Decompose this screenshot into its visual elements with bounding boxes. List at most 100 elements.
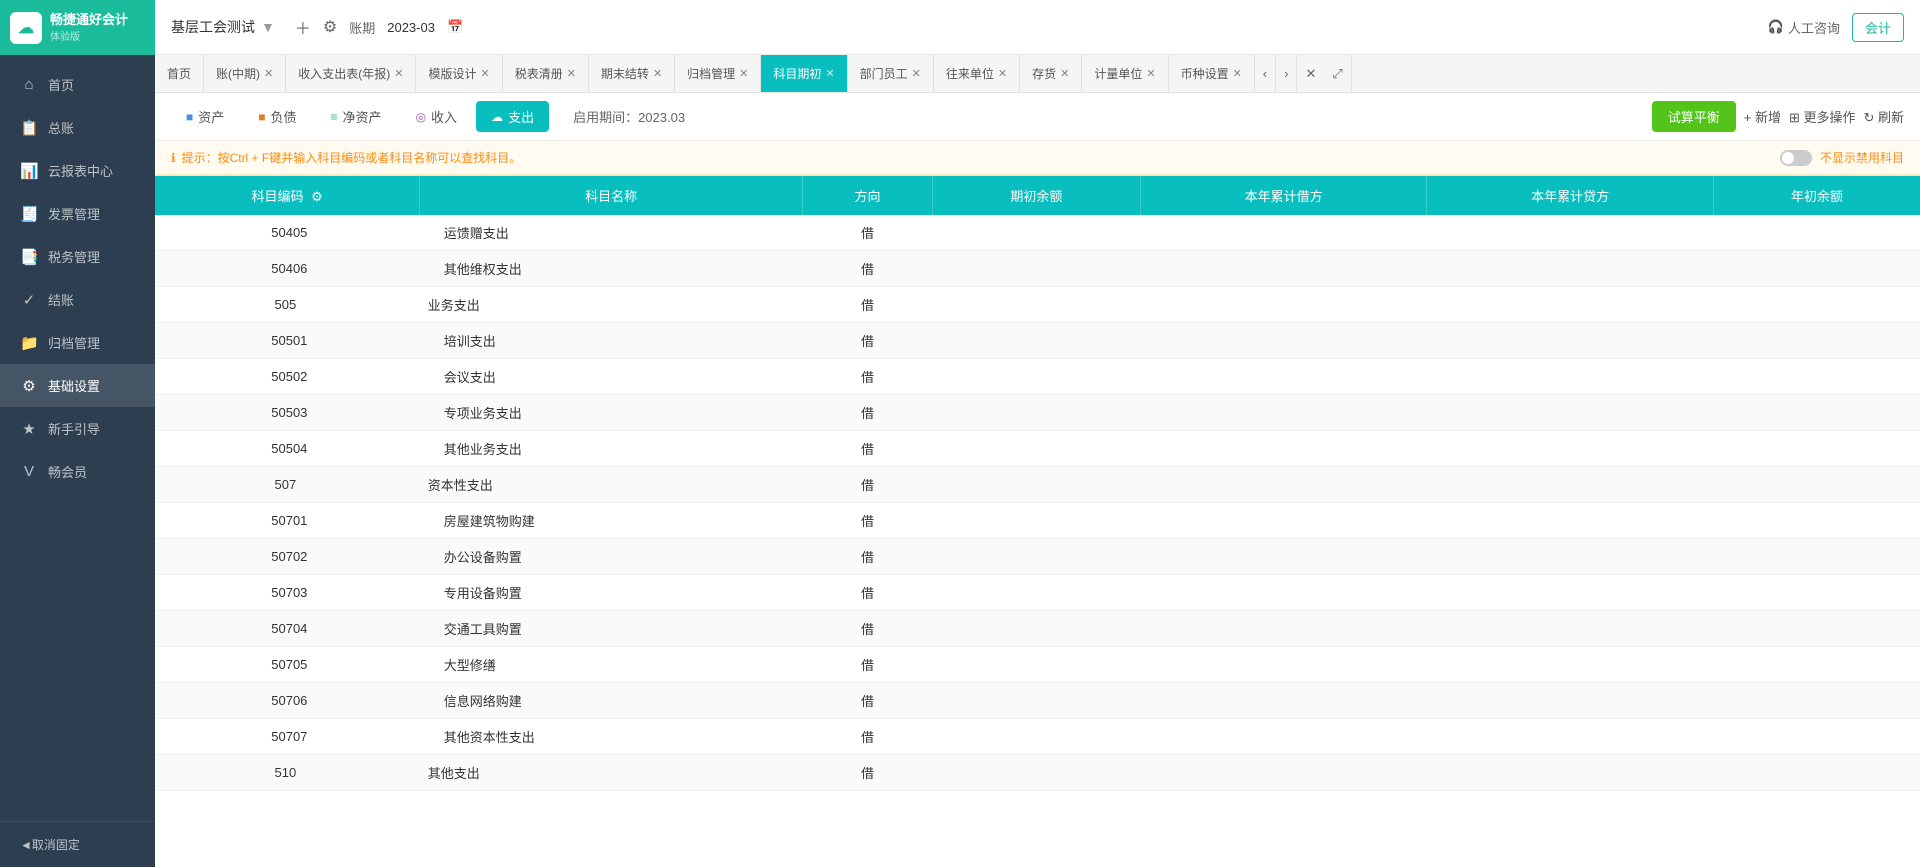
sub-tab-income[interactable]: ◎ 收入 <box>401 101 473 132</box>
tab-clients[interactable]: 往来单位 ✕ <box>934 55 1020 92</box>
cell-direction: 借 <box>803 719 933 755</box>
tab-dept[interactable]: 部门员工 ✕ <box>848 55 934 92</box>
tab-close-all-button[interactable]: ✕ <box>1297 55 1324 92</box>
cell-year-balance <box>1713 539 1920 575</box>
tab-template[interactable]: 模版设计 ✕ <box>416 55 502 92</box>
tab-close-period-init[interactable]: ✕ <box>825 67 834 80</box>
cell-direction: 借 <box>803 431 933 467</box>
sidebar-item-reports[interactable]: 📊 云报表中心 <box>0 149 155 192</box>
tab-next-button[interactable]: › <box>1276 55 1297 92</box>
tab-close-interim[interactable]: ✕ <box>264 67 273 80</box>
table-row[interactable]: 50701 房屋建筑物购建 借 <box>155 503 1920 539</box>
cell-name: 大型修缮 <box>420 647 803 683</box>
main-content: 基层工会测试 ▼ ＋ ⚙ 账期 2023-03 📅 🎧 人工咨询 会计 首页 账… <box>155 0 1920 867</box>
table-row[interactable]: 50703 专用设备购置 借 <box>155 575 1920 611</box>
cell-year-balance <box>1713 503 1920 539</box>
sidebar-item-archive[interactable]: 📁 归档管理 <box>0 321 155 364</box>
sidebar-item-guide[interactable]: ★ 新手引导 <box>0 407 155 450</box>
sidebar-collapse-button[interactable]: ◄取消固定 <box>0 821 155 867</box>
tab-taxclear[interactable]: 税表清册 ✕ <box>503 55 589 92</box>
settings-icon: ⚙ <box>20 377 38 395</box>
sidebar-item-tax[interactable]: 📑 税务管理 <box>0 235 155 278</box>
balance-button[interactable]: 试算平衡 <box>1652 101 1736 132</box>
project-dropdown-icon[interactable]: ▼ <box>261 19 275 35</box>
sidebar-item-ledger[interactable]: 📋 总账 <box>0 106 155 149</box>
cell-ytd-credit <box>1427 755 1713 791</box>
tab-currency[interactable]: 币种设置 ✕ <box>1169 55 1255 92</box>
project-name: 基层工会测试 ▼ <box>171 17 275 37</box>
sidebar-item-settings[interactable]: ⚙ 基础设置 <box>0 364 155 407</box>
tab-yearend[interactable]: 期末结转 ✕ <box>589 55 675 92</box>
tab-close-template[interactable]: ✕ <box>480 67 489 80</box>
sub-tab-net-asset[interactable]: ≡ 净资产 <box>316 101 397 132</box>
tab-close-clients[interactable]: ✕ <box>998 67 1007 80</box>
cell-name: 专用设备购置 <box>420 575 803 611</box>
table-row[interactable]: 510 其他支出 借 <box>155 755 1920 791</box>
tab-annual[interactable]: 收入支出表(年报) ✕ <box>286 55 416 92</box>
period-calendar-icon[interactable]: 📅 <box>447 19 463 35</box>
table-row[interactable]: 50504 其他业务支出 借 <box>155 431 1920 467</box>
tab-interim[interactable]: 账(中期) ✕ <box>204 55 286 92</box>
table-row[interactable]: 50501 培训支出 借 <box>155 323 1920 359</box>
table-row[interactable]: 50705 大型修缮 借 <box>155 647 1920 683</box>
cell-ytd-debit <box>1140 539 1426 575</box>
tab-close-taxclear[interactable]: ✕ <box>567 67 576 80</box>
tab-unit[interactable]: 计量单位 ✕ <box>1082 55 1168 92</box>
tab-prev-button[interactable]: ‹ <box>1255 55 1276 92</box>
table-row[interactable]: 50406 其他维权支出 借 <box>155 251 1920 287</box>
tab-close-dept[interactable]: ✕ <box>912 67 921 80</box>
cell-code: 50703 <box>155 575 420 611</box>
sub-tab-asset[interactable]: ■ 资产 <box>171 101 239 132</box>
table-row[interactable]: 50503 专项业务支出 借 <box>155 395 1920 431</box>
tab-close-inventory[interactable]: ✕ <box>1060 67 1069 80</box>
tab-close-archivemgr[interactable]: ✕ <box>739 67 748 80</box>
tab-home[interactable]: 首页 <box>155 55 204 92</box>
tab-expand-button[interactable]: ⤢ <box>1324 55 1351 92</box>
table-row[interactable]: 50706 信息网络购建 借 <box>155 683 1920 719</box>
refresh-button[interactable]: ↻ 刷新 <box>1863 107 1904 126</box>
table-row[interactable]: 50405 运馈赠支出 借 <box>155 215 1920 251</box>
tab-archivemgr[interactable]: 归档管理 ✕ <box>675 55 761 92</box>
cell-name: 其他维权支出 <box>420 251 803 287</box>
tax-icon: 📑 <box>20 248 38 266</box>
add-button[interactable]: + 新增 <box>1744 107 1781 126</box>
liability-icon: ■ <box>258 110 265 124</box>
sidebar-item-home[interactable]: ⌂ 首页 <box>0 63 155 106</box>
tab-close-yearend[interactable]: ✕ <box>653 67 662 80</box>
table-row[interactable]: 505 业务支出 借 <box>155 287 1920 323</box>
sidebar-item-checkout[interactable]: ✓ 结账 <box>0 278 155 321</box>
cell-year-balance <box>1713 755 1920 791</box>
tab-close-currency[interactable]: ✕ <box>1233 67 1242 80</box>
cell-direction: 借 <box>803 287 933 323</box>
cell-name: 房屋建筑物购建 <box>420 503 803 539</box>
cell-ytd-debit <box>1140 611 1426 647</box>
account-button[interactable]: 会计 <box>1852 13 1904 42</box>
settings-gear-icon[interactable]: ⚙ <box>323 17 337 37</box>
table-row[interactable]: 50704 交通工具购置 借 <box>155 611 1920 647</box>
cell-direction: 借 <box>803 467 933 503</box>
table-row[interactable]: 50707 其他资本性支出 借 <box>155 719 1920 755</box>
cell-period-balance <box>932 611 1140 647</box>
tab-close-annual[interactable]: ✕ <box>394 67 403 80</box>
tab-bar: 首页 账(中期) ✕ 收入支出表(年报) ✕ 模版设计 ✕ 税表清册 ✕ 期末结… <box>155 55 1920 93</box>
cell-ytd-credit <box>1427 359 1713 395</box>
support-button[interactable]: 🎧 人工咨询 <box>1768 18 1840 37</box>
headset-icon: 🎧 <box>1768 19 1784 35</box>
more-button[interactable]: ⊞ 更多操作 <box>1789 107 1856 126</box>
cell-period-balance <box>932 755 1140 791</box>
table-row[interactable]: 507 资本性支出 借 <box>155 467 1920 503</box>
sub-tab-expense[interactable]: ☁ 支出 <box>476 101 549 132</box>
tab-close-unit[interactable]: ✕ <box>1146 67 1155 80</box>
sub-tab-liability[interactable]: ■ 负债 <box>243 101 311 132</box>
add-tab-button[interactable]: ＋ <box>295 15 311 39</box>
disable-toggle[interactable] <box>1780 150 1812 166</box>
sidebar-item-invoice[interactable]: 🧾 发票管理 <box>0 192 155 235</box>
sidebar-item-member[interactable]: V 畅会员 <box>0 450 155 493</box>
tab-inventory[interactable]: 存货 ✕ <box>1020 55 1082 92</box>
info-icon: ℹ <box>171 151 176 165</box>
table-row[interactable]: 50502 会议支出 借 <box>155 359 1920 395</box>
cell-ytd-debit <box>1140 467 1426 503</box>
tab-period-init[interactable]: 科目期初 ✕ <box>761 55 847 92</box>
col-settings-icon[interactable]: ⚙ <box>311 189 323 204</box>
table-row[interactable]: 50702 办公设备购置 借 <box>155 539 1920 575</box>
